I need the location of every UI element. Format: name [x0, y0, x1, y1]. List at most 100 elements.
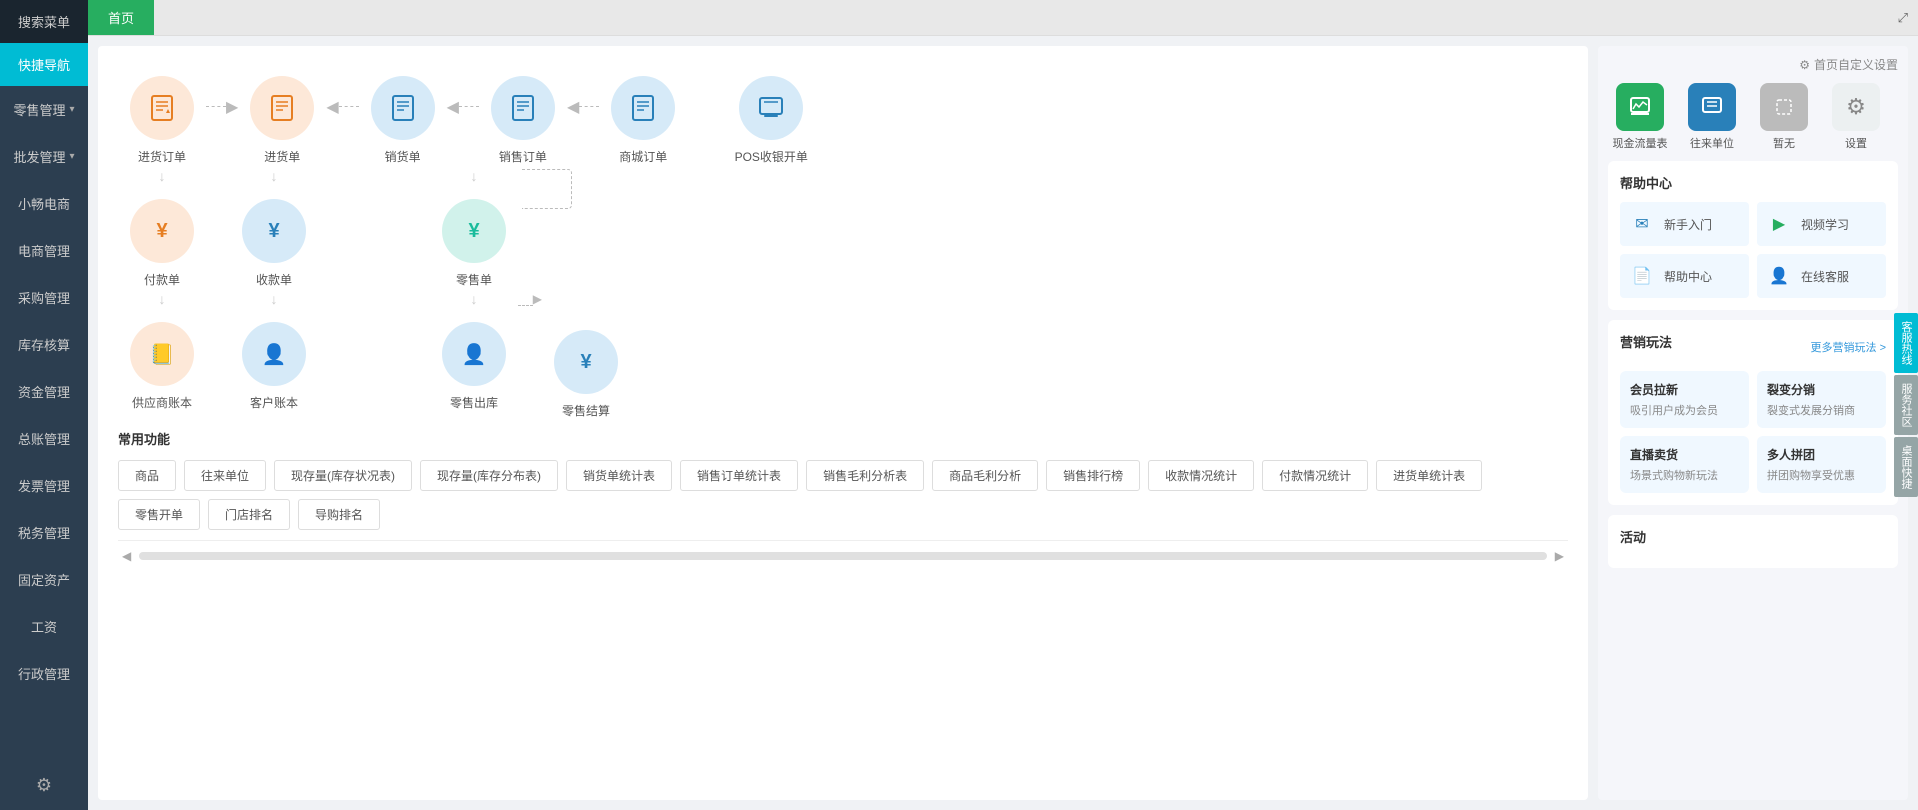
quick-icon-settings[interactable]: ⚙ 设置: [1824, 83, 1888, 151]
flow-col-sales-receipt: ↓ ¥ 收款单: [230, 169, 318, 288]
quick-icon-partners[interactable]: 往来单位: [1680, 83, 1744, 151]
scroll-right-button[interactable]: ▶: [1551, 547, 1568, 565]
activity-section: 活动: [1608, 515, 1898, 568]
customer-account-icon[interactable]: 👤: [242, 322, 306, 386]
play-icon: ▶: [1765, 210, 1793, 238]
sidebar-item-admin[interactable]: 行政管理: [0, 650, 88, 697]
sidebar-item-ledger[interactable]: 总账管理: [0, 415, 88, 462]
right-panel: ⚙ 首页自定义设置 现金流量表 往来单位: [1598, 46, 1908, 800]
quick-icon-empty[interactable]: 暂无: [1752, 83, 1816, 151]
help-item-beginner[interactable]: ✉ 新手入门: [1620, 202, 1749, 246]
marketing-item-group[interactable]: 多人拼团 拼团购物享受优惠: [1757, 436, 1886, 493]
down-arrow-5: ↓: [271, 292, 278, 306]
arrow-right-1: ▶: [206, 97, 238, 117]
more-marketing-link[interactable]: 更多营销玩法 >: [1811, 339, 1886, 355]
flow-node-sales-order[interactable]: 销售订单: [479, 76, 567, 165]
float-btn-service[interactable]: 客服热线: [1894, 313, 1918, 373]
func-btn-sales-rank[interactable]: 销售排行榜: [1046, 460, 1140, 491]
sidebar-item-retail[interactable]: 零售管理 ▾: [0, 86, 88, 133]
marketing-item-fission[interactable]: 裂变分销 裂变式发展分销商: [1757, 371, 1886, 428]
purchase-icon: [250, 76, 314, 140]
sidebar-item-finance[interactable]: 资金管理: [0, 368, 88, 415]
function-buttons-grid: 商品 往来单位 现存量(库存状况表) 现存量(库存分布表) 销货单统计表 销售订…: [118, 460, 1568, 530]
arrow-left-2: ◀: [326, 97, 358, 117]
tab-home[interactable]: 首页: [88, 0, 154, 35]
down-arrow-4: ↓: [159, 292, 166, 306]
down-arrow-1: ↓: [159, 169, 166, 183]
func-btn-sales-stat[interactable]: 销货单统计表: [566, 460, 672, 491]
flow-node-pos[interactable]: POS收银开单: [727, 76, 815, 165]
marketing-item-member[interactable]: 会员拉新 吸引用户成为会员: [1620, 371, 1749, 428]
empty-icon: [1760, 83, 1808, 131]
sales-icon: [371, 76, 435, 140]
doc-icon: 📄: [1628, 262, 1656, 290]
search-menu-button[interactable]: 搜索菜单: [0, 0, 88, 43]
retail-out-icon[interactable]: 👤: [442, 322, 506, 386]
sidebar-item-fixed-assets[interactable]: 固定资产: [0, 556, 88, 603]
float-btn-desktop[interactable]: 桌面快捷: [1894, 437, 1918, 497]
float-btn-community[interactable]: 服务社区: [1894, 375, 1918, 435]
sidebar-item-salary[interactable]: 工资: [0, 603, 88, 650]
mall-order-icon: [611, 76, 675, 140]
scroll-left-button[interactable]: ◀: [118, 547, 135, 565]
sidebar-item-wholesale[interactable]: 批发管理 ▾: [0, 133, 88, 180]
quick-icon-cashflow[interactable]: 现金流量表: [1608, 83, 1672, 151]
func-btn-partners[interactable]: 往来单位: [184, 460, 266, 491]
h-arrow-retail: ▶: [518, 292, 542, 334]
sidebar-item-tax[interactable]: 税务管理: [0, 509, 88, 556]
marketing-title: 营销玩法: [1620, 332, 1672, 351]
sidebar-item-purchase[interactable]: 采购管理: [0, 274, 88, 321]
settings-icon[interactable]: ⚙: [0, 761, 88, 810]
help-item-video[interactable]: ▶ 视频学习: [1757, 202, 1886, 246]
func-btn-stock-dist[interactable]: 现存量(库存分布表): [420, 460, 558, 491]
flow-node-purchase[interactable]: 进货单: [238, 76, 326, 165]
sidebar-item-ecommerce[interactable]: 电商管理: [0, 227, 88, 274]
retail-order-icon[interactable]: ¥: [442, 199, 506, 263]
flow-row-3: ↓ 📒 供应商账本 ↓ 👤 客户账本 ↓: [118, 292, 1568, 419]
partners-icon: [1688, 83, 1736, 131]
flow-node-mall-order[interactable]: 商城订单: [599, 76, 687, 165]
flow-node-sales[interactable]: 销货单: [359, 76, 447, 165]
flow-col-retail-out: ↓ 👤 零售出库: [430, 292, 518, 411]
func-btn-receipt-stat[interactable]: 收款情况统计: [1148, 460, 1254, 491]
marketing-header: 营销玩法 更多营销玩法 >: [1620, 332, 1886, 361]
flow-node-purchase-order[interactable]: 进货订单: [118, 76, 206, 165]
sidebar-item-inventory[interactable]: 库存核算: [0, 321, 88, 368]
payment-icon[interactable]: ¥: [130, 199, 194, 263]
person-icon: 👤: [1765, 262, 1793, 290]
purchase-order-icon: [130, 76, 194, 140]
expand-button[interactable]: ⤢: [1888, 0, 1918, 35]
quick-nav-button[interactable]: 快捷导航: [0, 43, 88, 86]
content-area: 进货订单 ▶ 进货单 ◀: [88, 36, 1918, 810]
flow-row-2: ↓ ¥ 付款单 ↓ ¥ 收款单: [118, 169, 1568, 288]
func-btn-sales-order-stat[interactable]: 销售订单统计表: [680, 460, 798, 491]
receipt-icon[interactable]: ¥: [242, 199, 306, 263]
func-btn-goods-profit[interactable]: 商品毛利分析: [932, 460, 1038, 491]
help-item-docs[interactable]: 📄 帮助中心: [1620, 254, 1749, 298]
supplier-account-icon[interactable]: 📒: [130, 322, 194, 386]
scroll-track[interactable]: [139, 552, 1547, 560]
func-btn-guide-rank[interactable]: 导购排名: [298, 499, 380, 530]
sidebar-item-invoice[interactable]: 发票管理: [0, 462, 88, 509]
sidebar-item-ecommerce-small[interactable]: 小畅电商: [0, 180, 88, 227]
func-btn-retail-order[interactable]: 零售开单: [118, 499, 200, 530]
help-item-support[interactable]: 👤 在线客服: [1757, 254, 1886, 298]
func-btn-goods[interactable]: 商品: [118, 460, 176, 491]
retail-settle-icon[interactable]: ¥: [554, 330, 618, 394]
settings-icon: ⚙: [1832, 83, 1880, 131]
flow-col-supplier-account: ↓ 📒 供应商账本: [118, 292, 206, 411]
func-btn-store-rank[interactable]: 门店排名: [208, 499, 290, 530]
down-arrow-2: ↓: [271, 169, 278, 183]
func-btn-payment-stat[interactable]: 付款情况统计: [1262, 460, 1368, 491]
down-arrow-6: ↓: [471, 292, 478, 306]
marketing-item-live[interactable]: 直播卖货 场景式购物新玩法: [1620, 436, 1749, 493]
func-btn-sales-profit[interactable]: 销售毛利分析表: [806, 460, 924, 491]
arrow-left-4: ◀: [567, 97, 599, 117]
help-grid: ✉ 新手入门 ▶ 视频学习 📄 帮助中心 👤 在线客服: [1620, 202, 1886, 298]
homepage-settings-row[interactable]: ⚙ 首页自定义设置: [1608, 56, 1898, 73]
activity-title: 活动: [1620, 527, 1886, 546]
func-btn-stock-status[interactable]: 现存量(库存状况表): [274, 460, 412, 491]
func-btn-purchase-stat[interactable]: 进货单统计表: [1376, 460, 1482, 491]
marketing-section: 营销玩法 更多营销玩法 > 会员拉新 吸引用户成为会员 裂变分销 裂变式发展分销…: [1608, 320, 1898, 505]
main-area: 首页 ⤢ 进货订单 ▶: [88, 0, 1918, 810]
